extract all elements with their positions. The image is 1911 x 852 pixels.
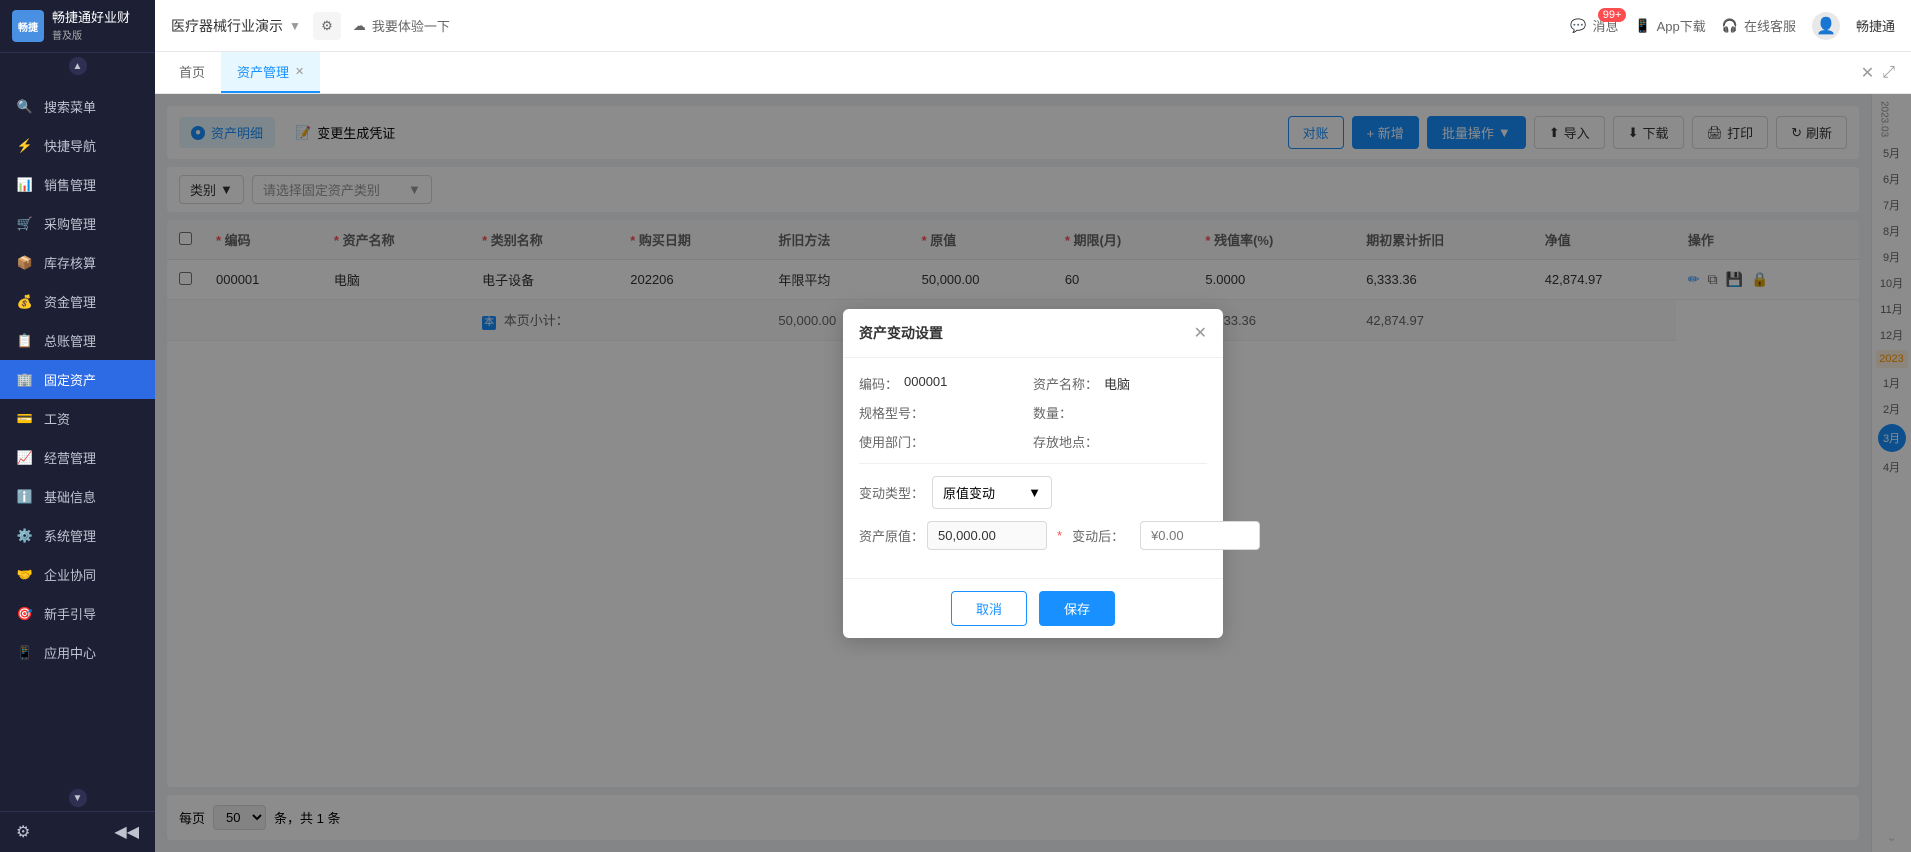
enterprise-icon: 🤝 [16, 566, 34, 584]
tab-asset-mgmt[interactable]: 资产管理 ✕ [221, 52, 320, 93]
system-icon: ⚙️ [16, 527, 34, 545]
sidebar-item-search[interactable]: 🔍 搜索菜单 [0, 87, 155, 126]
capital-icon: 💰 [16, 293, 34, 311]
tab-actions: ✕ ⤢ [1861, 63, 1903, 83]
search-icon: 🔍 [16, 98, 34, 116]
message-badge: 99+ [1598, 8, 1627, 22]
sidebar-scroll-down[interactable]: ▼ [0, 785, 155, 811]
modal-body: 编码： 000001 资产名称： 电脑 规格型号： [843, 358, 1223, 578]
collapse-icon[interactable]: ◀◀ [114, 822, 139, 842]
modal-name-item: 资产名称： 电脑 [1033, 374, 1207, 393]
after-change-input[interactable] [1140, 521, 1260, 550]
sidebar-logo: 畅捷 畅捷通好业财 普及版 [0, 0, 155, 53]
save-button[interactable]: 保存 [1039, 591, 1115, 626]
change-type-dropdown-icon: ▼ [1028, 485, 1041, 500]
app-center-icon: 📱 [16, 644, 34, 662]
settings-button[interactable]: ⚙ [313, 12, 341, 40]
logo-icon: 畅捷 [12, 10, 44, 42]
company-dropdown-arrow: ▼ [289, 19, 301, 33]
topbar-right: 💬 消息 99+ 📱 App下载 🎧 在线客服 👤 畅捷通 [1570, 12, 1895, 40]
topbar: 医疗器械行业演示 ▼ ⚙ ☁ 我要体验一下 💬 消息 99+ 📱 App下载 [155, 0, 1911, 52]
sidebar-item-fixed-assets[interactable]: 🏢 固定资产 [0, 360, 155, 399]
content-area: ● 资产明细 📝 变更生成凭证 对账 + 新增 [155, 94, 1911, 852]
app-download-button[interactable]: 📱 App下载 [1634, 16, 1705, 35]
sidebar-item-purchase[interactable]: 🛒 采购管理 [0, 204, 155, 243]
modal-header: 资产变动设置 ✕ [843, 309, 1223, 358]
modal-spec-item: 规格型号： [859, 403, 1033, 422]
sidebar-item-sales[interactable]: 📊 销售管理 [0, 165, 155, 204]
logo-title: 畅捷通好业财 [52, 10, 130, 27]
modal-overlay: 资产变动设置 ✕ 编码： 000001 资产名称： 电脑 [155, 94, 1911, 852]
sidebar-item-capital[interactable]: 💰 资金管理 [0, 282, 155, 321]
basic-info-icon: ℹ️ [16, 488, 34, 506]
sidebar-item-inventory[interactable]: 📦 库存核算 [0, 243, 155, 282]
sidebar: 畅捷 畅捷通好业财 普及版 ▲ 🔍 搜索菜单 ⚡ 快捷导航 📊 销售管理 [0, 0, 155, 852]
modal-close-button[interactable]: ✕ [1194, 323, 1207, 343]
logo-badge: 普及版 [52, 27, 130, 42]
sidebar-item-enterprise[interactable]: 🤝 企业协同 [0, 555, 155, 594]
modal-change-type-row: 变动类型： 原值变动 ▼ [859, 476, 1207, 509]
sidebar-item-basic-info[interactable]: ℹ️ 基础信息 [0, 477, 155, 516]
sidebar-footer: ⚙ ◀◀ [0, 811, 155, 852]
original-value-display: 50,000.00 [927, 521, 1047, 550]
sidebar-item-system[interactable]: ⚙️ 系统管理 [0, 516, 155, 555]
tabs-bar: 首页 资产管理 ✕ ✕ ⤢ [155, 52, 1911, 94]
cancel-button[interactable]: 取消 [951, 591, 1027, 626]
quick-nav-icon: ⚡ [16, 137, 34, 155]
sidebar-scroll-up[interactable]: ▲ [0, 53, 155, 79]
sidebar-nav: 🔍 搜索菜单 ⚡ 快捷导航 📊 销售管理 🛒 采购管理 📦 库存核算 💰 [0, 79, 155, 785]
salary-icon: 💳 [16, 410, 34, 428]
beginner-icon: 🎯 [16, 605, 34, 623]
modal-divider [859, 463, 1207, 464]
modal-quantity-item: 数量： [1033, 403, 1207, 422]
message-button[interactable]: 💬 消息 99+ [1570, 16, 1618, 35]
user-avatar: 👤 [1812, 12, 1840, 40]
tab-close-window-icon[interactable]: ✕ [1861, 63, 1874, 83]
main-area: 医疗器械行业演示 ▼ ⚙ ☁ 我要体验一下 💬 消息 99+ 📱 App下载 [155, 0, 1911, 852]
sales-icon: 📊 [16, 176, 34, 194]
sidebar-item-beginner[interactable]: 🎯 新手引导 [0, 594, 155, 633]
modal-dept-item: 使用部门： [859, 432, 1033, 451]
general-ledger-icon: 📋 [16, 332, 34, 350]
experience-button[interactable]: ☁ 我要体验一下 [353, 16, 450, 35]
sidebar-item-quick-nav[interactable]: ⚡ 快捷导航 [0, 126, 155, 165]
sidebar-item-salary[interactable]: 💳 工资 [0, 399, 155, 438]
asset-change-modal: 资产变动设置 ✕ 编码： 000001 资产名称： 电脑 [843, 309, 1223, 638]
username: 畅捷通 [1856, 16, 1895, 35]
modal-info-row-2: 规格型号： 数量： [859, 403, 1207, 422]
change-type-select[interactable]: 原值变动 ▼ [932, 476, 1052, 509]
company-selector[interactable]: 医疗器械行业演示 ▼ [171, 16, 301, 36]
tab-home[interactable]: 首页 [163, 52, 221, 93]
sidebar-item-app-center[interactable]: 📱 应用中心 [0, 633, 155, 672]
purchase-icon: 🛒 [16, 215, 34, 233]
modal-location-item: 存放地点： [1033, 432, 1207, 451]
tab-expand-icon[interactable]: ⤢ [1882, 64, 1895, 82]
modal-info-row-1: 编码： 000001 资产名称： 电脑 [859, 374, 1207, 393]
sidebar-item-general-ledger[interactable]: 📋 总账管理 [0, 321, 155, 360]
fixed-assets-icon: 🏢 [16, 371, 34, 389]
modal-code-item: 编码： 000001 [859, 374, 1033, 393]
online-service-button[interactable]: 🎧 在线客服 [1722, 16, 1796, 35]
sidebar-item-business[interactable]: 📈 经营管理 [0, 438, 155, 477]
modal-title: 资产变动设置 [859, 323, 943, 343]
tab-close-icon[interactable]: ✕ [295, 65, 304, 78]
modal-values-row: 资产原值： 50,000.00 * 变动后： [859, 521, 1207, 550]
business-icon: 📈 [16, 449, 34, 467]
inventory-icon: 📦 [16, 254, 34, 272]
settings-icon[interactable]: ⚙ [16, 822, 30, 842]
modal-footer: 取消 保存 [843, 578, 1223, 638]
modal-info-row-3: 使用部门： 存放地点： [859, 432, 1207, 451]
